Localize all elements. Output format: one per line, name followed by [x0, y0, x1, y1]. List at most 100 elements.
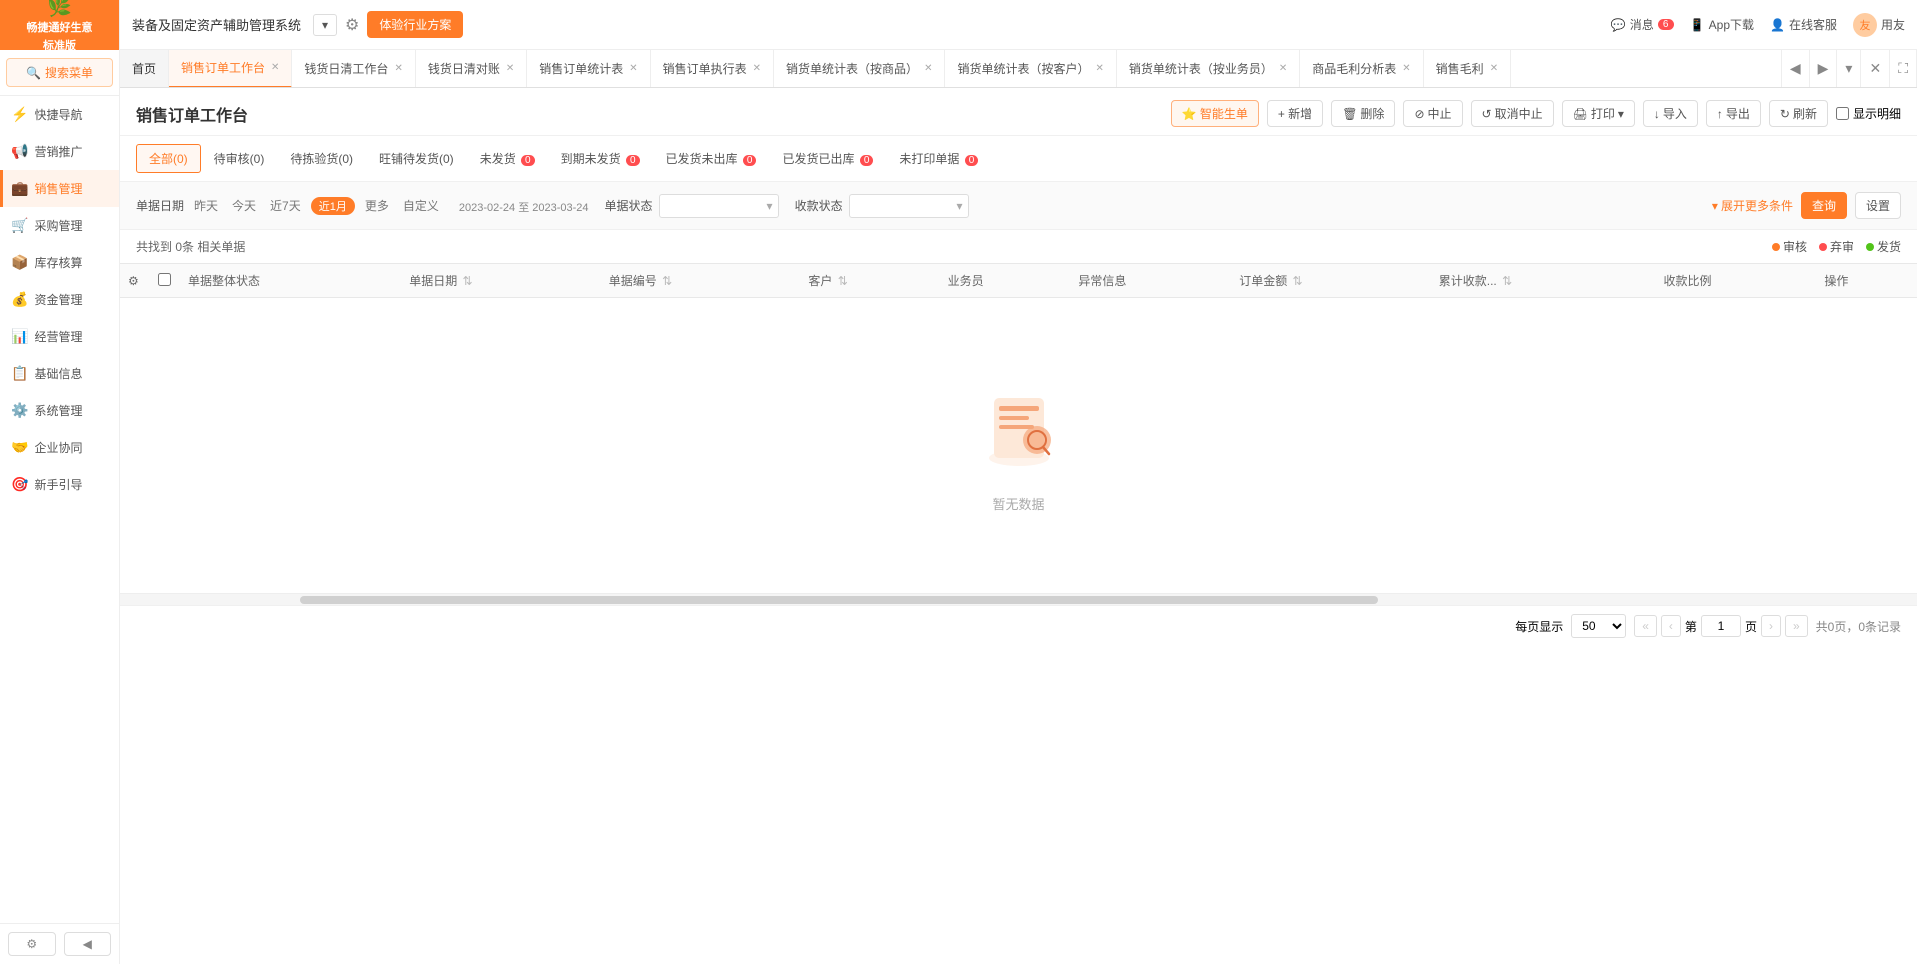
messages-button[interactable]: 💬 消息 6 [1611, 16, 1674, 33]
tab-fullscreen-button[interactable]: ⛶ [1890, 50, 1917, 87]
filter-tab-shipped-not-out[interactable]: 已发货未出库 0 [653, 144, 770, 173]
sidebar-item-guide[interactable]: 🎯 新手引导 [0, 466, 119, 503]
tab-home[interactable]: 首页 [120, 50, 169, 88]
filter-tab-pending-inspect[interactable]: 待拣验货(0) [277, 144, 366, 173]
sidebar-item-marketing[interactable]: 📢 营销推广 [0, 133, 119, 170]
date-option-yesterday[interactable]: 昨天 [190, 195, 222, 216]
date-option-custom[interactable]: 自定义 [399, 195, 443, 216]
import-button[interactable]: ↓ 导入 [1643, 100, 1698, 127]
search-menu-button[interactable]: 🔍 搜索菜单 [6, 58, 113, 87]
suspend-label: 中止 [1428, 105, 1452, 122]
th-collected[interactable]: 累计收款... ⇅ [1431, 264, 1656, 298]
export-button[interactable]: ↑ 导出 [1706, 100, 1761, 127]
filter-tab-overdue[interactable]: 到期未发货 0 [548, 144, 653, 173]
suspend-button[interactable]: ⊘ 中止 [1403, 100, 1462, 127]
tab-close-icon[interactable]: ✕ [924, 63, 932, 74]
sidebar-item-sales[interactable]: 💼 销售管理 [0, 170, 119, 207]
unapprove-link[interactable]: 弃审 [1819, 238, 1854, 255]
tab-close-icon[interactable]: ✕ [506, 63, 514, 74]
approve-link[interactable]: 审核 [1772, 238, 1807, 255]
last-page-button[interactable]: » [1785, 615, 1808, 637]
pagination-bar: 每页显示 20 50 100 « ‹ 第 页 › » 共0页，0条记录 [120, 605, 1917, 646]
sidebar-item-purchase[interactable]: 🛒 采购管理 [0, 207, 119, 244]
filter-tab-pending-review[interactable]: 待审核(0) [201, 144, 278, 173]
topbar-gear-icon[interactable]: ⚙ [345, 15, 359, 35]
th-customer[interactable]: 客户 ⇅ [800, 264, 939, 298]
tab-close-icon[interactable]: ✕ [1490, 63, 1498, 74]
status-select[interactable] [659, 194, 779, 218]
filter-tab-wangpu[interactable]: 旺铺待发货(0) [366, 144, 467, 173]
page-number-input[interactable] [1701, 615, 1741, 637]
settings-button[interactable]: ⚙ [8, 932, 56, 956]
th-number[interactable]: 单据编号 ⇅ [601, 264, 801, 298]
tab-sales-stat-product[interactable]: 销货单统计表（按商品） ✕ [774, 50, 945, 88]
first-page-button[interactable]: « [1634, 615, 1657, 637]
horizontal-scrollbar[interactable] [120, 593, 1917, 605]
show-detail-checkbox-label[interactable]: 显示明细 [1836, 105, 1901, 122]
show-detail-checkbox[interactable] [1836, 107, 1849, 120]
sidebar-item-operations[interactable]: 📊 经营管理 [0, 318, 119, 355]
tab-close-icon[interactable]: ✕ [394, 63, 402, 74]
filter-tab-not-printed[interactable]: 未打印单据 0 [886, 144, 991, 173]
collapse-sidebar-button[interactable]: ◀ [64, 932, 112, 956]
sidebar-item-cooperation[interactable]: 🤝 企业协同 [0, 429, 119, 466]
tab-sales-exec-table[interactable]: 销售订单执行表 ✕ [651, 50, 774, 88]
th-ratio: 收款比例 [1655, 264, 1816, 298]
scrollbar-thumb[interactable] [300, 596, 1378, 604]
add-button[interactable]: + 新增 [1267, 100, 1323, 127]
date-option-more[interactable]: 更多 [361, 195, 393, 216]
tab-sales-workbench[interactable]: 销售订单工作台 ✕ [169, 50, 292, 88]
column-gear-icon[interactable]: ⚙ [128, 274, 139, 288]
tab-sales-stat-customer[interactable]: 销货单统计表（按客户） ✕ [945, 50, 1116, 88]
filter-tab-all[interactable]: 全部(0) [136, 144, 201, 173]
tab-sales-profit[interactable]: 销售毛利 ✕ [1424, 50, 1511, 88]
tab-more-button[interactable]: ▾ [1837, 50, 1861, 87]
basics-icon: 📋 [11, 365, 28, 382]
tab-close-icon[interactable]: ✕ [1095, 63, 1103, 74]
th-date[interactable]: 单据日期 ⇅ [401, 264, 601, 298]
tab-close-icon[interactable]: ✕ [629, 63, 637, 74]
tab-close-icon[interactable]: ✕ [753, 63, 761, 74]
refresh-button[interactable]: ↻ 刷新 [1769, 100, 1828, 127]
filter-tab-not-shipped[interactable]: 未发货 0 [467, 144, 548, 173]
smart-create-button[interactable]: ⭐ 智能生单 [1171, 100, 1259, 127]
delete-button[interactable]: 🗑 删除 [1331, 100, 1395, 127]
cancel-suspend-button[interactable]: ↺ 取消中止 [1471, 100, 1554, 127]
online-service-button[interactable]: 👤 在线客服 [1770, 16, 1837, 33]
tab-next-button[interactable]: ▶ [1810, 50, 1838, 87]
date-option-today[interactable]: 今天 [228, 195, 260, 216]
app-download-button[interactable]: 📱 App下载 [1690, 16, 1754, 33]
query-button[interactable]: 查询 [1801, 192, 1847, 219]
tab-prev-button[interactable]: ◀ [1782, 50, 1810, 87]
tab-cash-daily[interactable]: 钱货日清工作台 ✕ [292, 50, 415, 88]
th-amount[interactable]: 订单金额 ⇅ [1231, 264, 1431, 298]
filter-tab-shipped-out[interactable]: 已发货已出库 0 [769, 144, 886, 173]
tab-close-icon[interactable]: ✕ [1279, 63, 1287, 74]
tab-sales-stat-staff[interactable]: 销货单统计表（按业务员） ✕ [1117, 50, 1300, 88]
next-page-button[interactable]: › [1761, 615, 1781, 637]
page-size-select[interactable]: 20 50 100 [1571, 614, 1626, 638]
sidebar-item-system[interactable]: ⚙️ 系统管理 [0, 392, 119, 429]
tab-close-all-button[interactable]: ✕ [1861, 50, 1890, 87]
ship-link[interactable]: 发货 [1866, 238, 1901, 255]
system-dropdown-button[interactable]: ▾ [313, 14, 337, 36]
payment-select[interactable] [849, 194, 969, 218]
sidebar-item-inventory[interactable]: 📦 库存核算 [0, 244, 119, 281]
date-option-7days[interactable]: 近7天 [266, 195, 305, 216]
search-settings-button[interactable]: 设置 [1855, 192, 1901, 219]
tab-close-icon[interactable]: ✕ [271, 62, 279, 73]
print-button[interactable]: 🖨 打印 ▾ [1562, 100, 1635, 127]
industry-solution-button[interactable]: 体验行业方案 [367, 11, 463, 38]
sidebar-item-basics[interactable]: 📋 基础信息 [0, 355, 119, 392]
date-option-1month[interactable]: 近1月 [311, 197, 355, 215]
prev-page-button[interactable]: ‹ [1661, 615, 1681, 637]
select-all-checkbox[interactable] [158, 273, 171, 286]
expand-conditions-button[interactable]: ▾ 展开更多条件 [1712, 197, 1793, 214]
sidebar-item-quick-nav[interactable]: ⚡ 快捷导航 [0, 96, 119, 133]
tab-margin-analysis[interactable]: 商品毛利分析表 ✕ [1300, 50, 1423, 88]
tab-sales-stat-table[interactable]: 销售订单统计表 ✕ [527, 50, 650, 88]
user-profile-button[interactable]: 友 用友 [1853, 13, 1905, 37]
tab-cash-reconcile[interactable]: 钱货日清对账 ✕ [416, 50, 527, 88]
sidebar-item-finance[interactable]: 💰 资金管理 [0, 281, 119, 318]
tab-close-icon[interactable]: ✕ [1402, 63, 1410, 74]
